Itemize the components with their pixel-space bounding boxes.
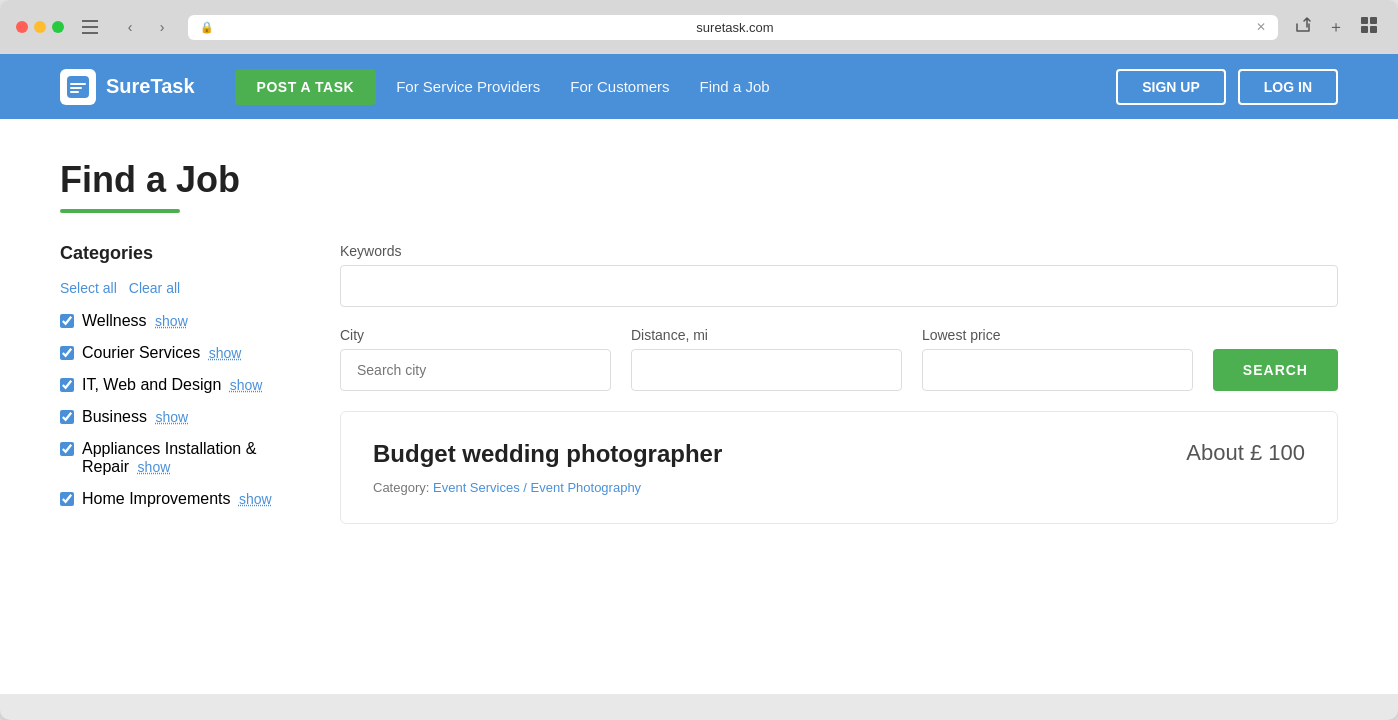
category-prefix: Category: <box>373 480 429 495</box>
category-item-home: Home Improvements show <box>60 490 300 508</box>
new-tab-button[interactable]: ＋ <box>1324 13 1348 42</box>
back-button[interactable]: ‹ <box>116 13 144 41</box>
city-input[interactable] <box>340 349 611 391</box>
page-content: SureTask POST A TASK For Service Provide… <box>0 54 1398 694</box>
svg-rect-6 <box>1370 26 1377 33</box>
category-checkbox-appliances[interactable] <box>60 442 74 456</box>
category-checkbox-it[interactable] <box>60 378 74 392</box>
keywords-input[interactable] <box>340 265 1338 307</box>
sidebar-toggle-icon[interactable] <box>76 13 104 41</box>
traffic-lights <box>16 21 64 33</box>
category-show-wellness[interactable]: show <box>155 313 188 329</box>
logo-icon <box>60 69 96 105</box>
distance-label: Distance, mi <box>631 327 902 343</box>
category-item-it: IT, Web and Design show <box>60 376 300 394</box>
select-all-link[interactable]: Select all <box>60 280 117 296</box>
svg-rect-0 <box>82 20 98 22</box>
browser-action-buttons: ＋ <box>1290 12 1382 42</box>
clear-url-icon[interactable]: ✕ <box>1256 20 1266 34</box>
logo-area: SureTask <box>60 69 195 105</box>
close-button[interactable] <box>16 21 28 33</box>
price-label: Lowest price <box>922 327 1193 343</box>
price-input[interactable] <box>922 349 1193 391</box>
minimize-button[interactable] <box>34 21 46 33</box>
category-checkbox-business[interactable] <box>60 410 74 424</box>
url-text: suretask.com <box>220 20 1250 35</box>
category-label-home: Home Improvements show <box>82 490 272 508</box>
category-checkbox-wellness[interactable] <box>60 314 74 328</box>
svg-rect-3 <box>1361 17 1368 24</box>
job-category-link[interactable]: Event Services / Event Photography <box>433 480 641 495</box>
job-title: Budget wedding photographer <box>373 440 722 468</box>
sign-up-button[interactable]: SIGN UP <box>1116 69 1226 105</box>
logo-text: SureTask <box>106 75 195 98</box>
browser-navigation: ‹ › <box>116 13 176 41</box>
auth-buttons: SIGN UP LOG IN <box>1116 69 1338 105</box>
nav-link-find-job[interactable]: Find a Job <box>700 78 770 95</box>
keywords-label: Keywords <box>340 243 1338 259</box>
category-checkbox-courier[interactable] <box>60 346 74 360</box>
category-label-courier: Courier Services show <box>82 344 241 362</box>
categories-title: Categories <box>60 243 300 264</box>
browser-titlebar: ‹ › 🔒 suretask.com ✕ ＋ <box>0 0 1398 54</box>
post-task-button[interactable]: POST A TASK <box>235 69 377 105</box>
category-show-business[interactable]: show <box>155 409 188 425</box>
job-price: About £ 100 <box>1186 440 1305 466</box>
svg-rect-5 <box>1361 26 1368 33</box>
category-item-appliances: Appliances Installation & Repair show <box>60 440 300 476</box>
category-show-home[interactable]: show <box>239 491 272 507</box>
log-in-button[interactable]: LOG IN <box>1238 69 1338 105</box>
category-label-business: Business show <box>82 408 188 426</box>
clear-all-link[interactable]: Clear all <box>129 280 180 296</box>
category-show-appliances[interactable]: show <box>138 459 171 475</box>
city-label: City <box>340 327 611 343</box>
category-label-wellness: Wellness show <box>82 312 188 330</box>
navbar: SureTask POST A TASK For Service Provide… <box>0 54 1398 119</box>
job-card: Budget wedding photographer About £ 100 … <box>340 411 1338 524</box>
svg-rect-1 <box>82 26 98 28</box>
category-item-business: Business show <box>60 408 300 426</box>
content-grid: Categories Select all Clear all Wellness… <box>60 243 1338 524</box>
nav-link-service-providers[interactable]: For Service Providers <box>396 78 540 95</box>
job-card-header: Budget wedding photographer About £ 100 <box>373 440 1305 468</box>
category-checkbox-home[interactable] <box>60 492 74 506</box>
forward-button[interactable]: › <box>148 13 176 41</box>
maximize-button[interactable] <box>52 21 64 33</box>
browser-window: ‹ › 🔒 suretask.com ✕ ＋ <box>0 0 1398 720</box>
category-show-courier[interactable]: show <box>209 345 242 361</box>
page-title: Find a Job <box>60 159 1338 201</box>
category-label-appliances: Appliances Installation & Repair show <box>82 440 300 476</box>
search-button[interactable]: SEARCH <box>1213 349 1338 391</box>
distance-group: Distance, mi <box>631 327 902 391</box>
category-item-courier: Courier Services show <box>60 344 300 362</box>
category-actions: Select all Clear all <box>60 280 300 296</box>
price-group: Lowest price <box>922 327 1193 391</box>
address-bar[interactable]: 🔒 suretask.com ✕ <box>188 15 1278 40</box>
title-underline <box>60 209 180 213</box>
security-icon: 🔒 <box>200 21 214 34</box>
nav-links: For Service Providers For Customers Find… <box>396 78 1116 95</box>
grid-view-button[interactable] <box>1356 12 1382 42</box>
main-content: Find a Job Categories Select all Clear a… <box>0 119 1398 564</box>
nav-link-customers[interactable]: For Customers <box>570 78 669 95</box>
svg-rect-4 <box>1370 17 1377 24</box>
job-category: Category: Event Services / Event Photogr… <box>373 480 1305 495</box>
category-item-wellness: Wellness show <box>60 312 300 330</box>
keywords-group: Keywords <box>340 243 1338 307</box>
share-button[interactable] <box>1290 12 1316 42</box>
svg-rect-2 <box>82 32 98 34</box>
location-row: City Distance, mi Lowest price SEARCH <box>340 327 1338 391</box>
category-show-it[interactable]: show <box>230 377 263 393</box>
search-area: Keywords City Distance, mi <box>340 243 1338 524</box>
category-label-it: IT, Web and Design show <box>82 376 262 394</box>
distance-input[interactable] <box>631 349 902 391</box>
city-group: City <box>340 327 611 391</box>
sidebar: Categories Select all Clear all Wellness… <box>60 243 300 524</box>
